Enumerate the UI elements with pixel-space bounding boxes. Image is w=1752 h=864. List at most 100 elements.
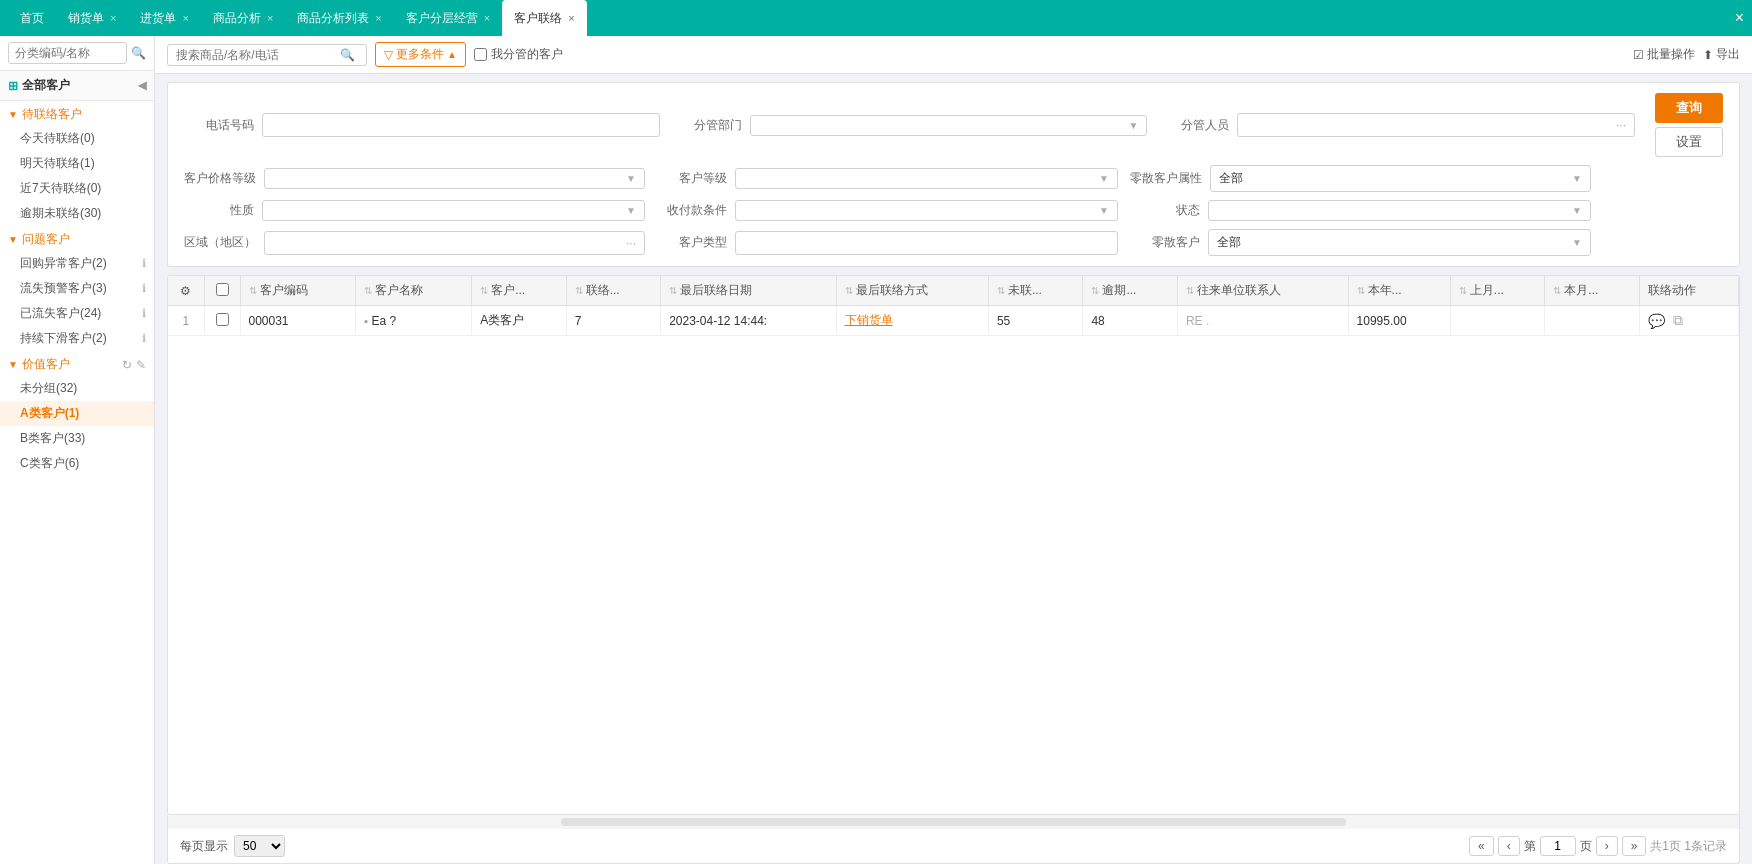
col-last-date: ⇅ 最后联络日期	[661, 276, 836, 306]
sidebar-item-lost[interactable]: 已流失客户(24) ℹ	[0, 301, 154, 326]
nav-customer-tier[interactable]: 客户分层经营 ×	[394, 0, 502, 36]
sidebar-item-tomorrow[interactable]: 明天待联络(1)	[0, 151, 154, 176]
nav-sales[interactable]: 销货单 ×	[56, 0, 128, 36]
horizontal-scrollbar[interactable]	[167, 815, 1740, 829]
sidebar-item-declining[interactable]: 持续下滑客户(2) ℹ	[0, 326, 154, 351]
page-label: 第	[1524, 838, 1536, 855]
filter-nature-select[interactable]: ▼	[262, 200, 645, 221]
sidebar-item-overdue[interactable]: 逾期未联络(30)	[0, 201, 154, 226]
scrollbar-thumb[interactable]	[561, 818, 1347, 826]
sidebar-item-class-a[interactable]: A类客户(1)	[0, 401, 154, 426]
sidebar-item-7days[interactable]: 近7天待联络(0)	[0, 176, 154, 201]
sidebar-group-problem[interactable]: ▼ 问题客户	[0, 226, 154, 251]
row-last-date: 2023-04-12 14:44:	[661, 306, 836, 336]
row-checkbox[interactable]	[216, 313, 229, 326]
filter-status-select[interactable]: ▼	[1208, 200, 1591, 221]
nav-purchase-close[interactable]: ×	[182, 12, 188, 24]
table-wrap: ⚙ ⇅ 客户编码 ⇅	[167, 275, 1740, 815]
sidebar-search-wrap: 🔍	[0, 36, 154, 71]
refresh-icon[interactable]: ↻	[122, 358, 132, 372]
page-size-select[interactable]: 50 100 200	[234, 835, 285, 857]
export-button[interactable]: ⬆ 导出	[1703, 46, 1740, 63]
filter-phone-label: 电话号码	[184, 117, 254, 134]
query-button[interactable]: 查询	[1655, 93, 1723, 123]
page-number-input[interactable]	[1540, 836, 1576, 856]
col-this-year: ⇅ 本年...	[1348, 276, 1450, 306]
nav-customer-tier-close[interactable]: ×	[484, 12, 490, 24]
my-customer-checkbox[interactable]	[474, 48, 487, 61]
last-method-link[interactable]: 下销货单	[845, 313, 893, 327]
filter-manager-select[interactable]: ···	[1237, 113, 1635, 137]
filter-payment: 收付款条件 ▼	[657, 200, 1118, 221]
edit-icon[interactable]: ✎	[136, 358, 146, 372]
row-this-year: 10995.00	[1348, 306, 1450, 336]
col-last-method: ⇅ 最后联络方式	[836, 276, 988, 306]
first-page-button[interactable]: «	[1469, 836, 1494, 856]
settings-button[interactable]: 设置	[1655, 127, 1723, 157]
nav-purchase[interactable]: 进货单 ×	[128, 0, 200, 36]
sidebar-item-class-c[interactable]: C类客户(6)	[0, 451, 154, 476]
filter-action-buttons: 查询 设置	[1655, 93, 1723, 157]
nav-product-analysis-close[interactable]: ×	[267, 12, 273, 24]
nav-product-list[interactable]: 商品分析列表 ×	[285, 0, 393, 36]
nav-customer-contact-close[interactable]: ×	[568, 12, 574, 24]
toolbar-right: ☑ 批量操作 ⬆ 导出	[1633, 46, 1740, 63]
nav-sales-close[interactable]: ×	[110, 12, 116, 24]
filter-manager: 分管人员 ···	[1159, 113, 1635, 137]
sidebar-all-customers[interactable]: ⊞ 全部客户 ◀	[0, 71, 154, 101]
select-all-checkbox[interactable]	[216, 283, 229, 296]
last-page-button[interactable]: »	[1622, 836, 1647, 856]
gear-icon[interactable]: ⚙	[180, 284, 191, 298]
row-no-contact: 55	[988, 306, 1083, 336]
col-select-all	[204, 276, 240, 306]
row-this-month	[1545, 306, 1640, 336]
sidebar-group-value[interactable]: ▼ 价值客户 ↻ ✎	[0, 351, 154, 376]
filter-scattered-attr-select[interactable]: 全部 ▼	[1210, 165, 1591, 192]
filter-retail-select[interactable]: 全部 ▼	[1208, 229, 1591, 256]
sidebar-search-icon[interactable]: 🔍	[131, 46, 146, 60]
filter-customer-level-select[interactable]: ▼	[735, 168, 1118, 189]
row-last-method: 下销货单	[836, 306, 988, 336]
search-icon[interactable]: 🔍	[340, 48, 355, 62]
sidebar-search-input[interactable]	[8, 42, 127, 64]
filter-nature-label: 性质	[184, 202, 254, 219]
sidebar-item-repurchase-abnormal[interactable]: 回购异常客户(2) ℹ	[0, 251, 154, 276]
nav-customer-contact[interactable]: 客户联络 ×	[502, 0, 586, 36]
link-action-icon[interactable]: ⧉	[1673, 312, 1683, 329]
search-wrap: 🔍	[167, 44, 367, 66]
retail-dropdown-icon: ▼	[1572, 237, 1582, 248]
prev-page-button[interactable]: ‹	[1498, 836, 1520, 856]
filter-scattered-attr-label: 零散客户属性	[1130, 170, 1202, 187]
my-customer-checkbox-wrap[interactable]: 我分管的客户	[474, 46, 563, 63]
sidebar-group-pending[interactable]: ▼ 待联络客户	[0, 101, 154, 126]
next-page-button[interactable]: ›	[1596, 836, 1618, 856]
sidebar-collapse-btn[interactable]: ◀	[138, 79, 146, 92]
filter-status: 状态 ▼	[1130, 200, 1591, 221]
comment-action-icon[interactable]: 💬	[1648, 313, 1665, 329]
filter-region-select[interactable]: ···	[264, 231, 645, 255]
page-of-label: 页	[1580, 838, 1592, 855]
row-action-cell: 💬 ⧉	[1639, 306, 1738, 336]
close-all-button[interactable]: ×	[1735, 9, 1744, 27]
sidebar-item-lost-warning[interactable]: 流失预警客户(3) ℹ	[0, 276, 154, 301]
nav-product-analysis[interactable]: 商品分析 ×	[201, 0, 285, 36]
nav-product-list-close[interactable]: ×	[375, 12, 381, 24]
pagination: « ‹ 第 页 › » 共1页 1条记录	[1469, 836, 1727, 856]
col-method-sort: ⇅	[845, 285, 853, 296]
more-filter-button[interactable]: ▽ 更多条件 ▲	[375, 42, 466, 67]
col-last-month: ⇅ 上月...	[1450, 276, 1545, 306]
batch-operation-button[interactable]: ☑ 批量操作	[1633, 46, 1695, 63]
sidebar-item-today[interactable]: 今天待联络(0)	[0, 126, 154, 151]
sidebar-item-class-b[interactable]: B类客户(33)	[0, 426, 154, 451]
filter-payment-select[interactable]: ▼	[735, 200, 1118, 221]
nav-home[interactable]: 首页	[8, 0, 56, 36]
search-input[interactable]	[176, 48, 336, 62]
filter-phone-input[interactable]	[262, 113, 660, 137]
row-contact-count: 7	[566, 306, 661, 336]
sidebar: 🔍 ⊞ 全部客户 ◀ ▼ 待联络客户 今天待联络(0) 明天待联络(1) 近7天…	[0, 36, 155, 864]
col-contact: ⇅ 联络...	[566, 276, 661, 306]
filter-price-select[interactable]: ▼	[264, 168, 645, 189]
filter-customer-type-input[interactable]	[735, 231, 1118, 255]
filter-dept-select[interactable]: ▼	[750, 115, 1148, 136]
sidebar-item-unclassified[interactable]: 未分组(32)	[0, 376, 154, 401]
